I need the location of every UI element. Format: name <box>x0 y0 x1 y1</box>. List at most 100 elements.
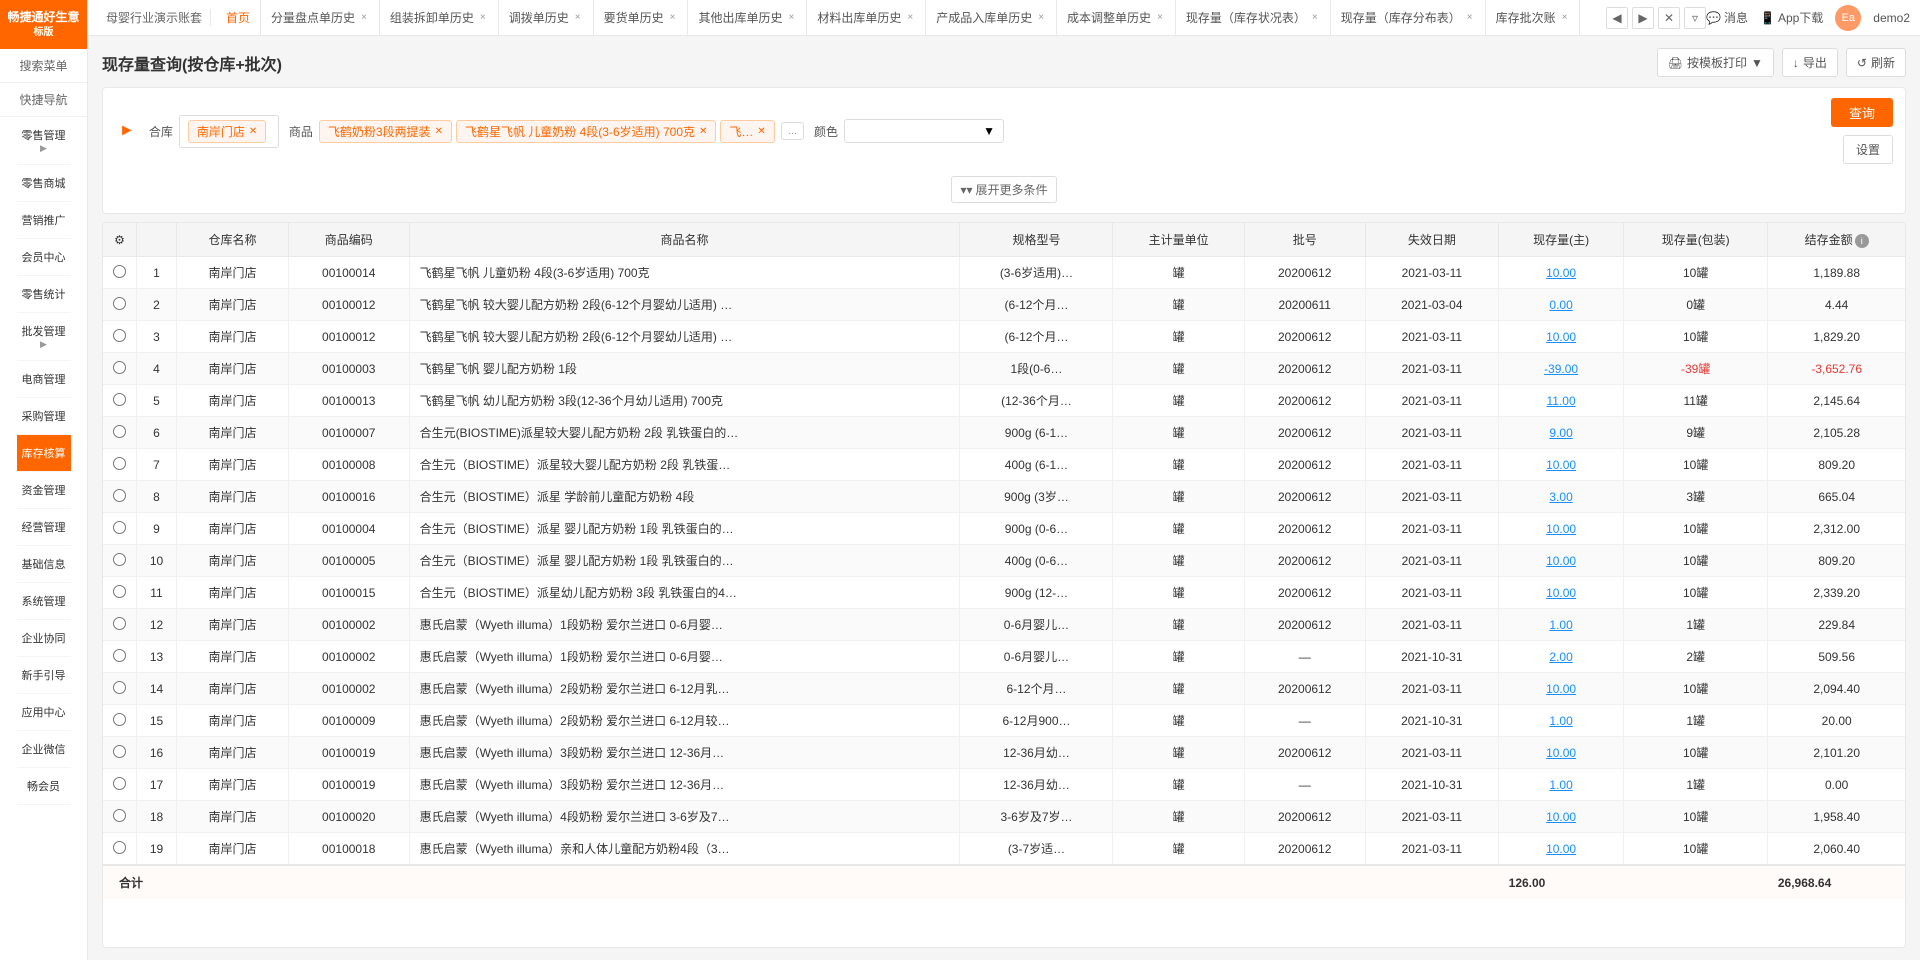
tab-batch-voucher[interactable]: 库存批次账× <box>1486 0 1581 35</box>
sidebar-item-retail[interactable]: 零售管理▶ <box>17 117 71 165</box>
tab-split-inventory-history[interactable]: 分量盘点单历史× <box>261 0 380 35</box>
tab-expand-btn[interactable]: ▿ <box>1684 7 1706 29</box>
tab-close-stock-dist[interactable]: × <box>1465 10 1475 25</box>
tab-close-split-inventory-history[interactable]: × <box>359 10 369 25</box>
warehouse-select[interactable]: 南岸门店 ✕ <box>179 115 279 148</box>
cell-stock-main[interactable]: 10.00 <box>1499 257 1624 289</box>
sidebar-item-inventory[interactable]: 库存核算 <box>17 435 71 472</box>
sidebar-item-retail-mall[interactable]: 零售商城 <box>17 165 71 202</box>
topbar-app-download[interactable]: 📱 App下载 <box>1760 9 1823 26</box>
cell-stock-main[interactable]: 10.00 <box>1499 321 1624 353</box>
tab-close-stock-status[interactable]: × <box>1310 10 1320 25</box>
row-radio-8[interactable] <box>113 521 126 534</box>
tab-home[interactable]: 首页 <box>216 0 261 35</box>
cell-stock-main[interactable]: -39.00 <box>1499 353 1624 385</box>
tab-other-out-history[interactable]: 其他出库单历史× <box>688 0 807 35</box>
cell-stock-main[interactable]: 10.00 <box>1499 449 1624 481</box>
row-radio-14[interactable] <box>113 713 126 726</box>
user-avatar[interactable]: Ea <box>1835 5 1861 31</box>
row-radio-10[interactable] <box>113 585 126 598</box>
sidebar-item-member[interactable]: 会员中心 <box>17 239 71 276</box>
row-radio-0[interactable] <box>113 265 126 278</box>
table-scroll[interactable]: ⚙ 仓库名称 商品编码 商品名称 规格型号 主计量单位 批号 失效日期 现存量(… <box>103 223 1905 947</box>
sidebar-item-new-guide[interactable]: 新手引导 <box>17 657 71 694</box>
sidebar-item-quick-nav[interactable]: 快捷导航 <box>0 83 87 117</box>
topbar-message[interactable]: 💬 消息 <box>1706 9 1748 26</box>
row-radio-13[interactable] <box>113 681 126 694</box>
row-radio-17[interactable] <box>113 809 126 822</box>
cell-stock-main[interactable]: 10.00 <box>1499 513 1624 545</box>
cell-stock-main[interactable]: 1.00 <box>1499 769 1624 801</box>
tab-pick-history[interactable]: 调拨单历史× <box>499 0 594 35</box>
cell-stock-main[interactable]: 10.00 <box>1499 737 1624 769</box>
row-radio-2[interactable] <box>113 329 126 342</box>
sidebar-item-enterprise-wechat[interactable]: 企业微信 <box>17 731 71 768</box>
cell-stock-main[interactable]: 10.00 <box>1499 833 1624 866</box>
tab-cost-adjust-history[interactable]: 成本调整单历史× <box>1057 0 1176 35</box>
cell-stock-main[interactable]: 0.00 <box>1499 289 1624 321</box>
product-tag-close-1[interactable]: ✕ <box>699 126 707 137</box>
row-radio-16[interactable] <box>113 777 126 790</box>
sidebar-item-operation[interactable]: 经营管理 <box>17 509 71 546</box>
tab-close-disassembly-history[interactable]: × <box>478 10 488 25</box>
row-radio-3[interactable] <box>113 361 126 374</box>
product-tag-close-2[interactable]: ✕ <box>757 126 765 137</box>
tab-close-all-btn[interactable]: ✕ <box>1658 7 1680 29</box>
cell-stock-main[interactable]: 11.00 <box>1499 385 1624 417</box>
cell-stock-main[interactable]: 10.00 <box>1499 577 1624 609</box>
row-radio-9[interactable] <box>113 553 126 566</box>
sidebar-item-search[interactable]: 搜索菜单 <box>0 49 87 83</box>
row-radio-11[interactable] <box>113 617 126 630</box>
refresh-button[interactable]: ↺ 刷新 <box>1846 48 1906 77</box>
row-radio-7[interactable] <box>113 489 126 502</box>
sidebar-item-system[interactable]: 系统管理 <box>17 583 71 620</box>
sidebar-item-finance[interactable]: 资金管理 <box>17 472 71 509</box>
tab-close-other-out-history[interactable]: × <box>786 10 796 25</box>
expand-conditions-btn[interactable]: ▾▾ 展开更多条件 <box>951 176 1056 203</box>
cell-stock-main[interactable]: 1.00 <box>1499 705 1624 737</box>
row-radio-1[interactable] <box>113 297 126 310</box>
row-radio-4[interactable] <box>113 393 126 406</box>
tab-close-requisition-history[interactable]: × <box>668 10 678 25</box>
sidebar-item-vip[interactable]: 畅会员 <box>17 768 71 805</box>
row-radio-18[interactable] <box>113 841 126 854</box>
sidebar-item-wholesale[interactable]: 批发管理▶ <box>17 313 71 361</box>
row-radio-6[interactable] <box>113 457 126 470</box>
filter-more-btn[interactable]: ... <box>781 122 804 140</box>
cell-stock-main[interactable]: 3.00 <box>1499 481 1624 513</box>
tab-close-pick-history[interactable]: × <box>573 10 583 25</box>
filter-expand-arrow[interactable]: ► <box>115 118 139 144</box>
tab-product-in-history[interactable]: 产成品入库单历史× <box>926 0 1057 35</box>
sidebar-item-enterprise[interactable]: 企业协同 <box>17 620 71 657</box>
sidebar-item-retail-stats[interactable]: 零售统计 <box>17 276 71 313</box>
tab-stock-status[interactable]: 现存量（库存状况表）× <box>1176 0 1331 35</box>
sidebar-item-ecommerce[interactable]: 电商管理 <box>17 361 71 398</box>
cell-stock-main[interactable]: 2.00 <box>1499 641 1624 673</box>
export-button[interactable]: ↓ 导出 <box>1782 48 1838 77</box>
tab-close-batch-voucher[interactable]: × <box>1560 10 1570 25</box>
sidebar-item-marketing[interactable]: 营销推广 <box>17 202 71 239</box>
sidebar-item-base-info[interactable]: 基础信息 <box>17 546 71 583</box>
row-radio-5[interactable] <box>113 425 126 438</box>
tab-close-cost-adjust-history[interactable]: × <box>1155 10 1165 25</box>
col-header-settings[interactable]: ⚙ <box>103 223 137 257</box>
cell-stock-main[interactable]: 10.00 <box>1499 673 1624 705</box>
tab-disassembly-history[interactable]: 组装拆卸单历史× <box>380 0 499 35</box>
balance-info-icon[interactable]: i <box>1855 234 1869 248</box>
cell-stock-main[interactable]: 9.00 <box>1499 417 1624 449</box>
tab-next-btn[interactable]: ▶ <box>1632 7 1654 29</box>
cell-stock-main[interactable]: 10.00 <box>1499 801 1624 833</box>
tab-material-out-history[interactable]: 材料出库单历史× <box>807 0 926 35</box>
setting-button[interactable]: 设置 <box>1843 135 1893 164</box>
tab-requisition-history[interactable]: 要货单历史× <box>594 0 689 35</box>
tab-close-material-out-history[interactable]: × <box>905 10 915 25</box>
product-tag-close-0[interactable]: ✕ <box>435 126 443 137</box>
color-select[interactable]: ▼ <box>844 119 1004 143</box>
sidebar-item-purchase[interactable]: 采购管理 <box>17 398 71 435</box>
tab-prev-btn[interactable]: ◀ <box>1606 7 1628 29</box>
row-radio-15[interactable] <box>113 745 126 758</box>
query-button[interactable]: 查询 <box>1831 98 1893 127</box>
print-button[interactable]: 🖨 按模板打印 ▼ <box>1657 48 1774 77</box>
logo[interactable]: 畅捷通好生意 标版 <box>0 0 87 49</box>
tab-close-product-in-history[interactable]: × <box>1036 10 1046 25</box>
